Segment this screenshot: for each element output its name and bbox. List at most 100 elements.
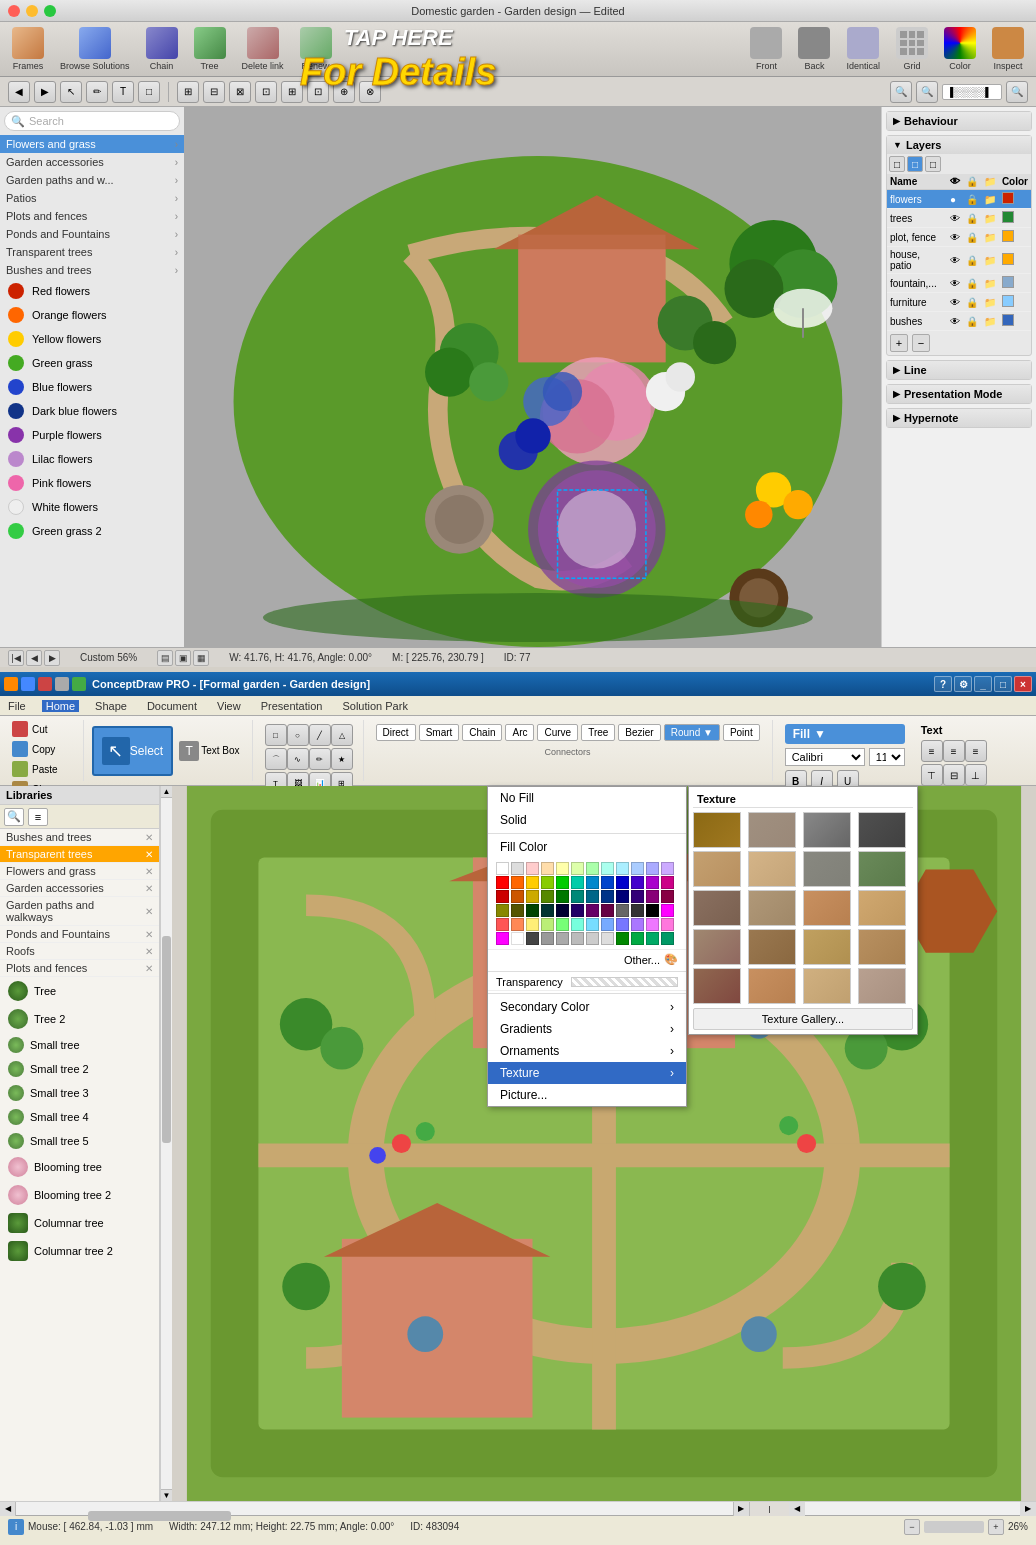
swatch-periwinkle[interactable] <box>616 918 629 931</box>
toolbar-frames-btn[interactable]: Frames <box>8 25 48 73</box>
scrollbar-thumb[interactable] <box>162 936 171 1143</box>
texture-4[interactable] <box>858 812 906 848</box>
swatch-lpurple[interactable] <box>661 862 674 875</box>
font-size-select[interactable]: 11 <box>869 748 905 766</box>
other-colors-btn[interactable]: Other... 🎨 <box>488 949 686 969</box>
menu-view[interactable]: View <box>213 700 245 712</box>
tree-item-blooming1[interactable]: Blooming tree <box>0 1153 159 1181</box>
category-plots[interactable]: Plots and fences › <box>0 207 184 225</box>
texture-6[interactable] <box>748 851 796 887</box>
swatch-green[interactable] <box>556 876 569 889</box>
flower-green2[interactable]: Green grass 2 <box>0 519 184 543</box>
tree-item-small2[interactable]: Small tree 2 <box>0 1057 159 1081</box>
tb2-btn-pointer[interactable]: ↖ <box>60 81 82 103</box>
align-left-btn[interactable]: ≡ <box>921 740 943 762</box>
swatch-lmint[interactable] <box>601 862 614 875</box>
swatch-gray[interactable] <box>616 904 629 917</box>
toolbar-grid-btn[interactable]: Grid <box>892 25 932 73</box>
tree-item-small4[interactable]: Small tree 4 <box>0 1105 159 1129</box>
smart-btn[interactable]: Smart <box>419 724 460 741</box>
swatch-llime[interactable] <box>571 862 584 875</box>
layer-lock-house[interactable]: 🔒 <box>963 247 981 274</box>
nav-forward-btn[interactable]: ▶ <box>44 650 60 666</box>
texture-16[interactable] <box>858 929 906 965</box>
swatch-darkjade[interactable] <box>661 932 674 945</box>
swatch-lavender[interactable] <box>631 918 644 931</box>
scrollbar-down-btn[interactable]: ▼ <box>161 1489 172 1501</box>
swatch-magenta[interactable] <box>661 876 674 889</box>
h-scroll-left-btn[interactable]: ◀ <box>0 1502 16 1516</box>
tree-item-tree[interactable]: Tree <box>0 977 159 1005</box>
texture-5[interactable] <box>693 851 741 887</box>
draw-rect[interactable]: □ <box>265 724 287 746</box>
win-settings-btn[interactable]: ⚙ <box>954 676 972 692</box>
paste-btn[interactable]: Paste <box>8 760 75 778</box>
win-view-btn[interactable]: ≡ <box>28 808 48 826</box>
texture-10[interactable] <box>748 890 796 926</box>
swatch-orange[interactable] <box>511 876 524 889</box>
toolbar-color-btn[interactable]: Color <box>940 25 980 73</box>
menu-file[interactable]: File <box>4 700 30 712</box>
arc-btn[interactable]: Arc <box>505 724 534 741</box>
layer-row-furniture[interactable]: furniture 👁 🔒 📁 <box>887 293 1031 312</box>
swatch-wine[interactable] <box>661 890 674 903</box>
flower-pink[interactable]: Pink flowers <box>0 471 184 495</box>
fill-dropdown-btn[interactable]: Fill ▼ <box>785 724 905 744</box>
swatch-black[interactable] <box>646 904 659 917</box>
menu-no-fill[interactable]: No Fill <box>488 787 686 809</box>
layer-row-bushes[interactable]: bushes 👁 🔒 📁 <box>887 312 1031 331</box>
flower-white[interactable]: White flowers <box>0 495 184 519</box>
tb2-btn-7[interactable]: ⊠ <box>229 81 251 103</box>
view-btn-1[interactable]: ▤ <box>157 650 173 666</box>
category-bushes[interactable]: Bushes and trees › <box>0 261 184 279</box>
win-zoom-slider[interactable] <box>924 1521 984 1533</box>
bezier-btn[interactable]: Bezier <box>618 724 660 741</box>
swatch-lightyellow[interactable] <box>526 918 539 931</box>
swatch-lightgray[interactable] <box>556 932 569 945</box>
menu-solution[interactable]: Solution Park <box>338 700 411 712</box>
lib-flowers-x[interactable]: ✕ <box>145 866 153 877</box>
win-help-btn[interactable]: ? <box>934 676 952 692</box>
close-button[interactable] <box>8 5 20 17</box>
flower-yellow[interactable]: Yellow flowers <box>0 327 184 351</box>
align-top-btn[interactable]: ⊤ <box>921 764 943 786</box>
search-bar[interactable]: 🔍 Search <box>4 111 180 131</box>
swatch-fuchsia[interactable] <box>661 904 674 917</box>
layer-eye-furniture[interactable]: 👁 <box>947 293 963 312</box>
swatch-dred[interactable] <box>496 890 509 903</box>
category-accessories[interactable]: Garden accessories › <box>0 153 184 171</box>
layer-remove-btn[interactable]: − <box>912 334 930 352</box>
tree-item-small3[interactable]: Small tree 3 <box>0 1081 159 1105</box>
draw-circle[interactable]: ○ <box>287 724 309 746</box>
swatch-dblue2[interactable] <box>601 890 614 903</box>
zoom-h-btn-1[interactable]: ◀ <box>789 1502 805 1516</box>
font-name-select[interactable]: Calibri <box>785 748 865 766</box>
align-center-btn[interactable]: ≡ <box>943 740 965 762</box>
lib-plots[interactable]: Plots and fences ✕ <box>0 960 159 977</box>
swatch-lightgreen[interactable] <box>556 918 569 931</box>
tree-item-small1[interactable]: Small tree <box>0 1033 159 1057</box>
layer-folder-furniture[interactable]: 📁 <box>981 293 999 312</box>
point-btn[interactable]: Point <box>723 724 760 741</box>
lib-bushes[interactable]: Bushes and trees ✕ <box>0 829 159 846</box>
texture-2[interactable] <box>748 812 796 848</box>
texture-1[interactable] <box>693 812 741 848</box>
align-bottom-btn[interactable]: ⊥ <box>965 764 987 786</box>
presentation-header[interactable]: ▶ Presentation Mode <box>887 385 1031 403</box>
textbox-btn[interactable]: T Text Box <box>175 739 243 763</box>
lib-transparent-x[interactable]: ✕ <box>145 849 153 860</box>
swatch-dblue[interactable] <box>616 876 629 889</box>
swatch-blue[interactable] <box>601 876 614 889</box>
swatch-jade[interactable] <box>646 932 659 945</box>
flower-red[interactable]: Red flowers <box>0 279 184 303</box>
toolbar-back-btn[interactable]: Back <box>794 25 834 73</box>
layer-row-house[interactable]: house, patio 👁 🔒 📁 <box>887 247 1031 274</box>
menu-solid[interactable]: Solid <box>488 809 686 831</box>
swatch-lightergray[interactable] <box>571 932 584 945</box>
swatch-magenta2[interactable] <box>496 932 509 945</box>
direct-btn[interactable]: Direct <box>376 724 416 741</box>
swatch-dteal[interactable] <box>571 890 584 903</box>
swatch-lviolet[interactable] <box>646 862 659 875</box>
lib-paths-x[interactable]: ✕ <box>145 906 153 917</box>
menu-gradients[interactable]: Gradients › <box>488 1018 686 1040</box>
